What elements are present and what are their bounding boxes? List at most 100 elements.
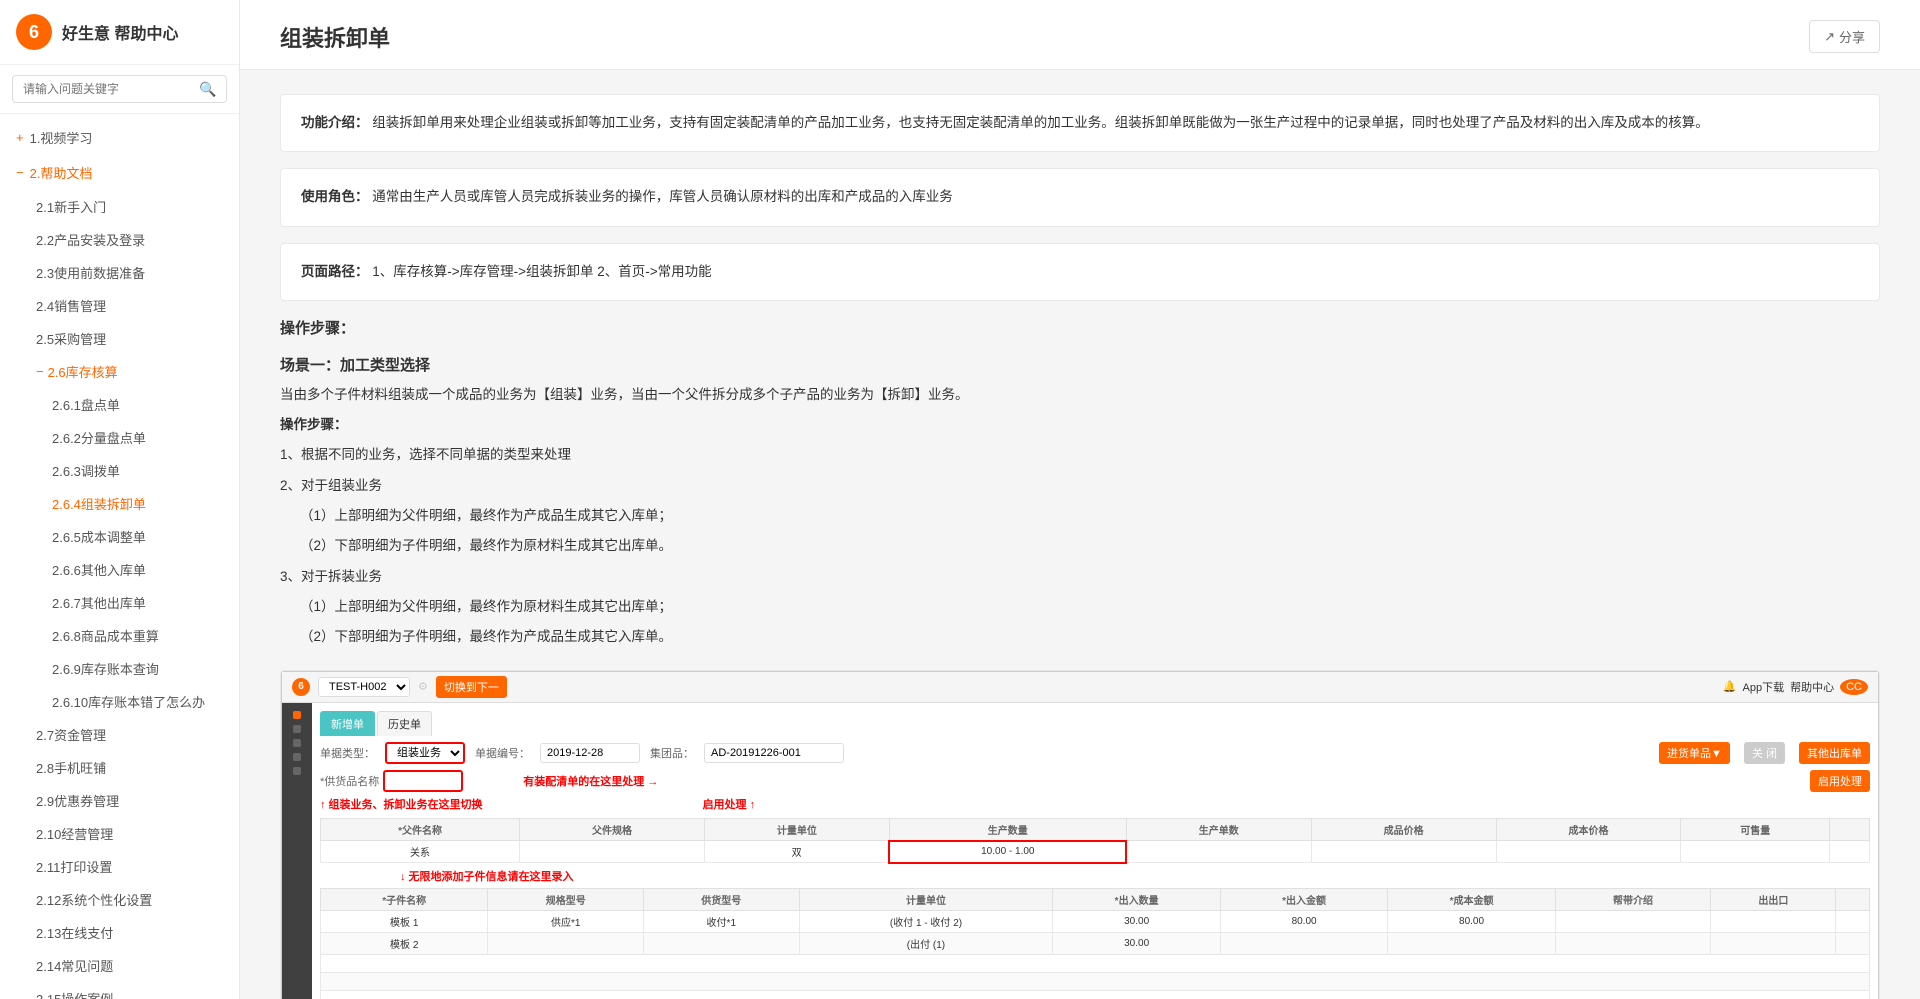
sidebar-item-fund[interactable]: 2.7资金管理: [0, 718, 239, 751]
search-button[interactable]: 🔍: [199, 81, 216, 98]
role-box: 使用角色： 通常由生产人员或库管人员完成拆装业务的操作，库管人员确认原材料的出库…: [280, 168, 1880, 226]
sidebar-item-video[interactable]: + 1.视频学习: [0, 120, 239, 155]
process-btn[interactable]: 启用处理: [1810, 770, 1870, 792]
process-btn-area: 启用处理: [1810, 770, 1870, 792]
field-group-label: 集团品：: [650, 745, 694, 761]
th2-cost: *成本金额: [1388, 888, 1555, 910]
sidebar-item-cost-recalc[interactable]: 2.6.8商品成本重算: [0, 619, 239, 652]
sidebar-item-payment[interactable]: 2.13在线支付: [0, 916, 239, 949]
td2-out-2: [1711, 932, 1836, 954]
th2-inout-qty: *出入数量: [1053, 888, 1220, 910]
field-type-select[interactable]: 组装业务: [385, 742, 465, 764]
sidebar-item-stock-error[interactable]: 2.6.10库存账本错了怎么办: [0, 685, 239, 718]
td2-intro-2: [1555, 932, 1711, 954]
td2-ia: 80.00: [1220, 910, 1387, 932]
collapse-icon: −: [16, 165, 24, 180]
app-content: 新增单 历史单 单据类型： 组装业务 单据编号： 集团品：: [312, 703, 1878, 999]
td-count: [1126, 841, 1311, 863]
td2-act: [1836, 910, 1870, 932]
steps-section: 操作步骤： 场景一：加工类型选择 当由多个子件材料组装成一个成品的业务为【组装】…: [280, 317, 1880, 650]
search-input[interactable]: [12, 75, 227, 103]
sidebar-item-data-prep[interactable]: 2.3使用前数据准备: [0, 256, 239, 289]
sidebar-item-cost-adj[interactable]: 2.6.5成本调整单: [0, 520, 239, 553]
content-area: 功能介绍： 组装拆卸单用来处理企业组装或拆卸等加工业务，支持有固定装配清单的产品…: [240, 70, 1920, 999]
table-row-child-2: 模板 2 (出付 (1) 30.00: [321, 932, 1870, 954]
inventory-minus-icon: −: [36, 364, 44, 379]
td2-cost-2: [1388, 932, 1555, 954]
topbar-next-btn[interactable]: 切换到下一: [436, 676, 507, 698]
supply-field-input[interactable]: [383, 770, 463, 792]
sidebar-item-purchase[interactable]: 2.5采购管理: [0, 322, 239, 355]
app-tab-new[interactable]: 新增单: [320, 711, 375, 736]
table-row-child-1: 模板 1 供应*1 收付*1 (收付 1 - 收付 2) 30.00 80.00…: [321, 910, 1870, 932]
ops-title: 操作步骤：: [280, 317, 1880, 338]
app-sidebar-mini: [282, 703, 312, 999]
generate-btn[interactable]: 进货单品▼: [1659, 742, 1730, 764]
field-group-input[interactable]: [704, 743, 844, 763]
sidebar-item-mobile[interactable]: 2.8手机旺铺: [0, 751, 239, 784]
field-type-label: 单据类型：: [320, 745, 375, 761]
nav-section: + 1.视频学习 − 2.帮助文档 2.1新手入门 2.2产品安装及登录 2.3…: [0, 114, 239, 999]
sidebar-item-sales[interactable]: 2.4销售管理: [0, 289, 239, 322]
sidebar-item-docs[interactable]: − 2.帮助文档: [0, 155, 239, 190]
intro-label: 功能介绍：: [301, 115, 369, 130]
topbar-icons: 🔔 App下载 帮助中心 CC: [1723, 679, 1868, 695]
sidebar-item-ops[interactable]: 2.10经营管理: [0, 817, 239, 850]
app-tab-history[interactable]: 历史单: [377, 711, 432, 736]
field-date-input[interactable]: [540, 743, 640, 763]
sidebar-item-install[interactable]: 2.2产品安装及登录: [0, 223, 239, 256]
annotation-text-4: ↓ 无限地添加子件信息请在这里录入: [400, 868, 574, 884]
sidebar-item-cases[interactable]: 2.15操作案例: [0, 982, 239, 999]
annotation-bar-1: *供货品名称 有装配清单的在这里处理 → 启用处理: [320, 770, 1870, 792]
th2-intro: 帮带介绍: [1555, 888, 1711, 910]
other-btn[interactable]: 其他出库单: [1799, 742, 1870, 764]
child-items-table: *子件名称 规格型号 供货型号 计量单位 *出入数量 *出入金额 *成本金额 帮…: [320, 888, 1870, 999]
topbar-help-icon: 帮助中心: [1790, 679, 1834, 695]
td-act: [1830, 841, 1870, 863]
td-unit: 双: [704, 841, 889, 863]
sidebar-item-coupon[interactable]: 2.9优惠券管理: [0, 784, 239, 817]
annotation-text-3: 启用处理 ↑: [703, 796, 756, 812]
th2-supply: 供货型号: [644, 888, 800, 910]
th2-out: 出出口: [1711, 888, 1836, 910]
sidebar-item-stocktake[interactable]: 2.6.1盘点单: [0, 388, 239, 421]
table-row-child-4: [321, 972, 1870, 990]
app-screenshot: 6 TEST-H002 ⚙ 切换到下一 🔔 App下载 帮助中心 CC: [281, 671, 1879, 999]
sidebar-item-other-in[interactable]: 2.6.6其他入库单: [0, 553, 239, 586]
sidebar-item-partial-stock[interactable]: 2.6.2分量盘点单: [0, 421, 239, 454]
share-button[interactable]: ↗ 分享: [1809, 20, 1880, 53]
sidebar-dot-1: [293, 711, 301, 719]
sidebar-item-transfer[interactable]: 2.6.3调拨单: [0, 454, 239, 487]
path-label: 页面路径：: [301, 264, 369, 279]
app-org-select[interactable]: TEST-H002: [318, 677, 410, 697]
sidebar-item-other-out[interactable]: 2.6.7其他出库单: [0, 586, 239, 619]
sidebar-item-stock-query[interactable]: 2.6.9库存账本查询: [0, 652, 239, 685]
td2-intro: [1555, 910, 1711, 932]
scenario-title: 场景一：加工类型选择: [280, 354, 1880, 375]
annotation-text-1: 有装配清单的在这里处理 →: [523, 773, 658, 789]
topbar-user-icon: CC: [1840, 679, 1868, 695]
sidebar-logo: 6 好生意 帮助中心: [0, 0, 239, 65]
sidebar-item-faq[interactable]: 2.14常见问题: [0, 949, 239, 982]
topbar-app-icon: App下载: [1743, 679, 1785, 695]
step-3-2: （2）下部明细为子件明细，最终作为产成品生成其它入库单。: [300, 625, 1880, 649]
main-content: 组装拆卸单 ↗ 分享 功能介绍： 组装拆卸单用来处理企业组装或拆卸等加工业务，支…: [240, 0, 1920, 999]
th2-unit: 计量单位: [799, 888, 1053, 910]
td2-cost: 80.00: [1388, 910, 1555, 932]
th-parent-name: *父件名称: [321, 818, 520, 841]
td2-iq: 30.00: [1053, 910, 1220, 932]
sidebar-item-assembly[interactable]: 2.6.4组装拆卸单: [0, 487, 239, 520]
td2-ia-2: [1220, 932, 1387, 954]
annotation-text-2: ↑ 组装业务、拆卸业务在这里切换: [320, 796, 483, 812]
sidebar-item-inventory[interactable]: − 2.6库存核算: [0, 355, 239, 388]
sidebar-item-customization[interactable]: 2.12系统个性化设置: [0, 883, 239, 916]
page-title: 组装拆卸单: [280, 21, 390, 53]
sidebar-item-newbie[interactable]: 2.1新手入门: [0, 190, 239, 223]
close-btn[interactable]: 关 闭: [1744, 742, 1785, 764]
td2-supply-2: [644, 932, 800, 954]
sidebar-item-print[interactable]: 2.11打印设置: [0, 850, 239, 883]
step-3: 3、对于拆装业务: [280, 565, 1880, 589]
form-row-1: 单据类型： 组装业务 单据编号： 集团品： 进货单品▼: [320, 742, 1870, 764]
share-icon: ↗: [1824, 29, 1835, 45]
sidebar-dot-4: [293, 753, 301, 761]
